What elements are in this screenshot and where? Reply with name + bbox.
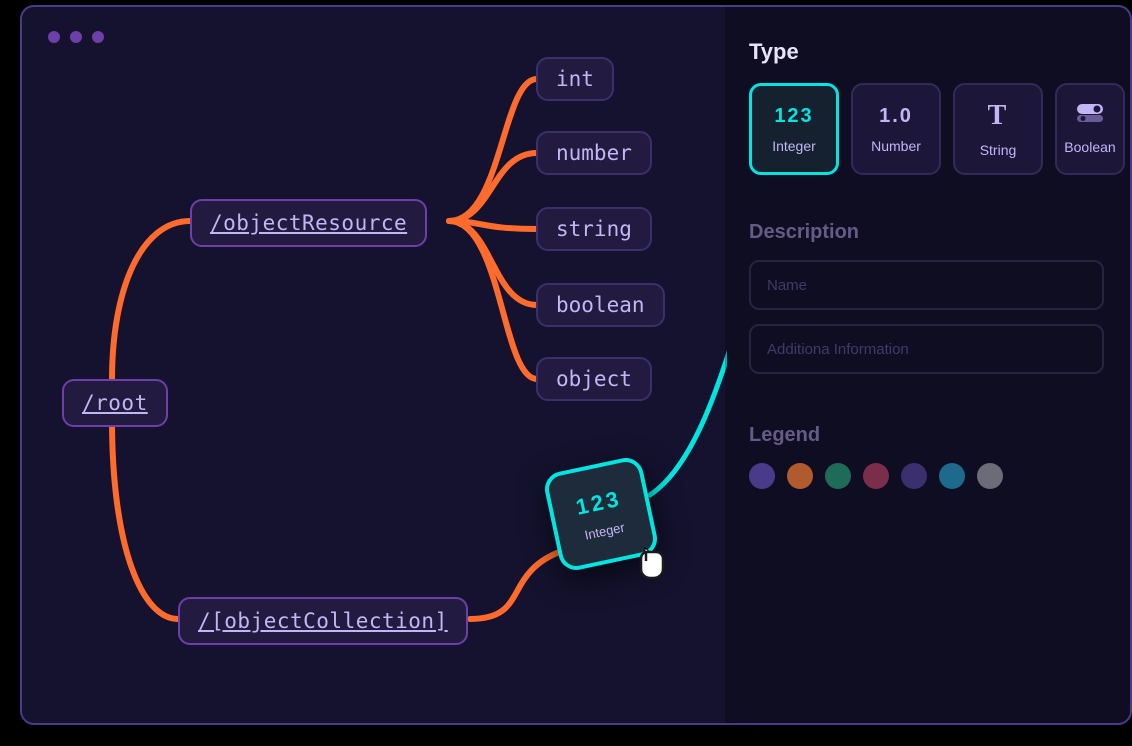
integer-icon: 123 <box>774 105 813 128</box>
leaf-string[interactable]: string <box>536 207 652 251</box>
drag-card-value: 123 <box>574 485 624 520</box>
name-field[interactable] <box>749 260 1104 310</box>
legend-color-4[interactable] <box>863 463 889 489</box>
properties-sidebar: Type 123 Integer 1.0 Number T String Boo… <box>725 7 1130 725</box>
type-label: Number <box>871 138 921 154</box>
app-window: /root /objectResource /[objectCollection… <box>20 5 1132 725</box>
info-field[interactable] <box>749 324 1104 374</box>
legend-color-5[interactable] <box>901 463 927 489</box>
type-card-string[interactable]: T String <box>953 83 1043 175</box>
number-icon: 1.0 <box>879 105 913 128</box>
description-heading: Description <box>749 221 1130 244</box>
type-card-number[interactable]: 1.0 Number <box>851 83 941 175</box>
type-label: Boolean <box>1064 139 1115 155</box>
type-picker: 123 Integer 1.0 Number T String Boolean <box>749 83 1130 175</box>
legend-color-7[interactable] <box>977 463 1003 489</box>
legend-color-3[interactable] <box>825 463 851 489</box>
node-object-resource[interactable]: /objectResource <box>190 199 427 247</box>
pointer-cursor-icon <box>634 545 668 581</box>
leaf-int[interactable]: int <box>536 57 614 101</box>
drag-card-label: Integer <box>583 519 626 542</box>
legend-color-2[interactable] <box>787 463 813 489</box>
legend-row <box>749 463 1130 489</box>
node-label: /objectResource <box>210 211 407 235</box>
node-label: /root <box>82 391 148 415</box>
legend-color-6[interactable] <box>939 463 965 489</box>
leaf-boolean[interactable]: boolean <box>536 283 665 327</box>
node-root[interactable]: /root <box>62 379 168 427</box>
type-label: String <box>980 142 1017 158</box>
type-label: Integer <box>772 138 816 154</box>
toggle-icon <box>1076 103 1104 129</box>
node-label: /[objectCollection] <box>198 609 448 633</box>
type-card-boolean[interactable]: Boolean <box>1055 83 1125 175</box>
legend-heading: Legend <box>749 424 1130 447</box>
leaf-object[interactable]: object <box>536 357 652 401</box>
leaf-number[interactable]: number <box>536 131 652 175</box>
type-card-integer[interactable]: 123 Integer <box>749 83 839 175</box>
text-icon: T <box>988 100 1009 132</box>
legend-color-1[interactable] <box>749 463 775 489</box>
type-heading: Type <box>749 39 1130 65</box>
node-object-collection[interactable]: /[objectCollection] <box>178 597 468 645</box>
graph-canvas[interactable]: /root /objectResource /[objectCollection… <box>22 7 727 725</box>
